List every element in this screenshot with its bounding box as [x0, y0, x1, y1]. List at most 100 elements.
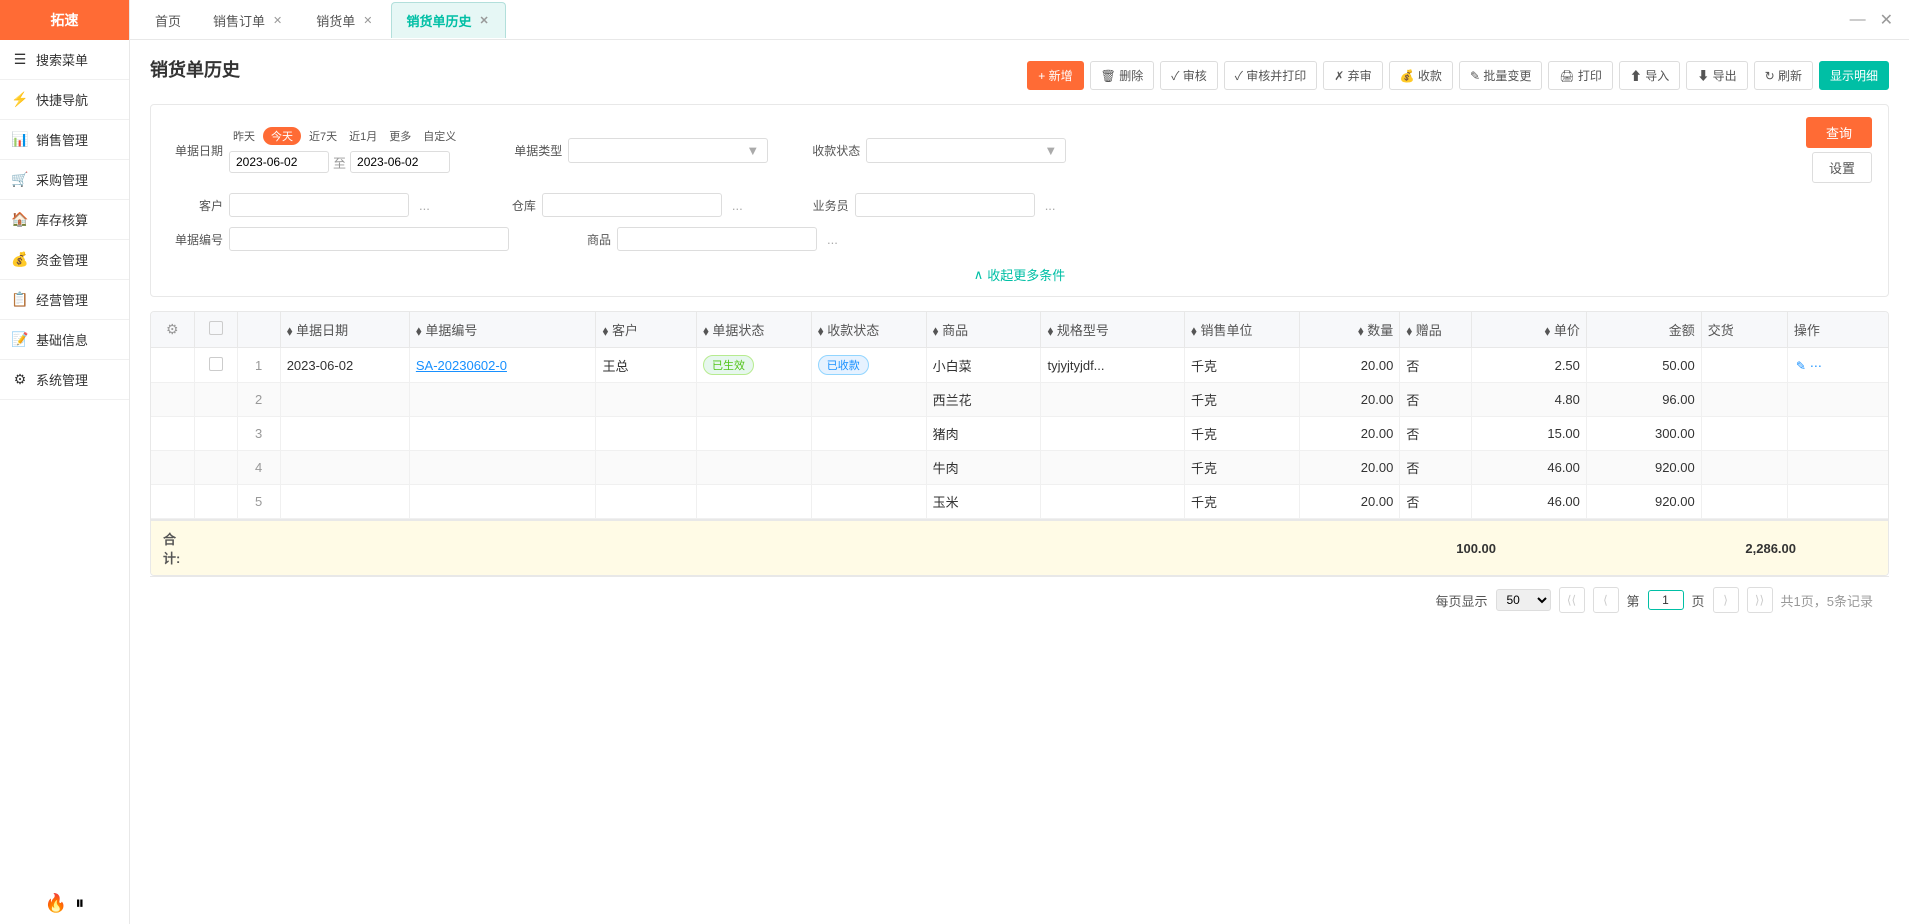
first-page-btn[interactable]: ⟨⟨ — [1559, 587, 1585, 613]
goods-filter-label: 商品 — [555, 231, 611, 248]
doc-type-select[interactable]: ▼ — [568, 138, 768, 163]
tab-sales-history-close[interactable]: ✕ — [478, 12, 491, 29]
date-to-input[interactable] — [350, 151, 450, 173]
row-doc-date — [280, 383, 409, 417]
delete-button[interactable]: 🗑 删除 — [1090, 61, 1155, 90]
sidebar-item-quick-nav[interactable]: ⚡ 快捷导航 — [0, 80, 129, 120]
warehouse-dots[interactable]: ... — [728, 194, 747, 217]
col-doc-date[interactable]: ⬧ 单据日期 — [280, 312, 409, 348]
collect-button[interactable]: 💰 收款 — [1389, 61, 1453, 90]
sidebar-item-sales-mgmt[interactable]: 📊 销售管理 — [0, 120, 129, 160]
current-page-input[interactable] — [1648, 590, 1684, 610]
last-page-btn[interactable]: ⟩⟩ — [1747, 587, 1773, 613]
fire-icon[interactable]: 🔥 — [45, 893, 67, 914]
pause-icon[interactable]: ⏸ — [75, 893, 84, 914]
collapse-button[interactable]: ∧ 收起更多条件 — [974, 265, 1066, 284]
agent-input[interactable] — [855, 193, 1035, 217]
refresh-button[interactable]: ↻ 刷新 — [1754, 61, 1813, 90]
date-tab-yesterday[interactable]: 昨天 — [229, 127, 259, 145]
col-unit[interactable]: ⬧ 销售单位 — [1185, 312, 1300, 348]
sidebar-item-purchase-mgmt[interactable]: 🛒 采购管理 — [0, 160, 129, 200]
approve-button[interactable]: ✓ 审核 — [1160, 61, 1218, 90]
row-customer — [596, 451, 696, 485]
new-button[interactable]: + 新增 — [1027, 61, 1083, 90]
prev-page-btn[interactable]: ⟨ — [1593, 587, 1619, 613]
row-doc-status — [696, 451, 811, 485]
date-tab-1month[interactable]: 近1月 — [345, 127, 381, 145]
doc-no-link[interactable]: SA-20230602-0 — [416, 358, 507, 373]
finance-icon: 💰 — [12, 252, 28, 268]
next-page-btn[interactable]: ⟩ — [1713, 587, 1739, 613]
date-tab-7days[interactable]: 近7天 — [305, 127, 341, 145]
sidebar-item-sys-mgmt[interactable]: ⚙ 系统管理 — [0, 360, 129, 400]
row-payment-status — [811, 451, 926, 485]
sidebar-item-inventory[interactable]: 🏠 库存核算 — [0, 200, 129, 240]
goods-input[interactable] — [617, 227, 817, 251]
tab-sales-goods[interactable]: 销货单 ✕ — [301, 2, 389, 38]
date-tab-custom[interactable]: 自定义 — [419, 127, 460, 145]
row-checkbox[interactable] — [209, 357, 223, 371]
agent-dots[interactable]: ... — [1041, 194, 1060, 217]
payment-status-label: 收款状态 — [804, 142, 860, 159]
tab-sales-goods-close[interactable]: ✕ — [361, 12, 374, 29]
col-price[interactable]: ⬧ 单价 — [1472, 312, 1587, 348]
tab-home[interactable]: 首页 — [140, 2, 196, 38]
sidebar-item-basic-info[interactable]: 📝 基础信息 — [0, 320, 129, 360]
col-spec[interactable]: ⬧ 规格型号 — [1041, 312, 1185, 348]
date-tab-today[interactable]: 今天 — [263, 127, 301, 145]
goods-dots[interactable]: ... — [823, 228, 842, 251]
row-doc-status — [696, 383, 811, 417]
row-transaction — [1701, 417, 1787, 451]
table-settings-icon[interactable]: ⚙ — [166, 321, 179, 337]
sidebar-item-ops-mgmt[interactable]: 📋 经营管理 — [0, 280, 129, 320]
batch-change-button[interactable]: ✎ 批量变更 — [1459, 61, 1542, 90]
date-from-input[interactable] — [229, 151, 329, 173]
date-tabs: 昨天 今天 近7天 近1月 更多 自定义 — [229, 127, 460, 145]
row-goods: 牛肉 — [926, 451, 1041, 485]
row-customer — [596, 485, 696, 519]
footer-qty-total: 100.00 — [1416, 541, 1496, 556]
row-price: 46.00 — [1472, 485, 1587, 519]
payment-status-select[interactable]: ▼ — [866, 138, 1066, 163]
set-button[interactable]: 设置 — [1812, 152, 1872, 183]
date-tab-more[interactable]: 更多 — [385, 127, 415, 145]
col-doc-no[interactable]: ⬧ 单据编号 — [409, 312, 596, 348]
col-customer[interactable]: ⬧ 客户 — [596, 312, 696, 348]
window-close-btn[interactable]: ✕ — [1874, 10, 1899, 30]
customer-dots[interactable]: ... — [415, 194, 434, 217]
window-min-btn[interactable]: — — [1844, 11, 1872, 29]
filter-row-3: 单据编号 商品 ... — [167, 227, 1872, 251]
print-button[interactable]: 🖨 打印 — [1548, 61, 1613, 90]
tab-sales-history[interactable]: 销货单历史 ✕ — [391, 2, 505, 38]
row-transaction — [1701, 348, 1787, 383]
sidebar-item-search-menu[interactable]: ☰ 搜索菜单 — [0, 40, 129, 80]
row-gift: 否 — [1400, 417, 1472, 451]
show-detail-button[interactable]: 显示明细 — [1819, 61, 1889, 90]
row-unit: 千克 — [1185, 485, 1300, 519]
col-gift[interactable]: ⬧ 赠品 — [1400, 312, 1472, 348]
col-doc-status[interactable]: ⬧ 单据状态 — [696, 312, 811, 348]
customer-input[interactable] — [229, 193, 409, 217]
approve-print-button[interactable]: ✓ 审核并打印 — [1224, 61, 1318, 90]
footer-totals: 100.00 2,286.00 — [212, 541, 1876, 556]
tab-sales-order[interactable]: 销售订单 ✕ — [198, 2, 299, 38]
payment-status-badge: 已收款 — [818, 355, 869, 375]
edit-action-btn[interactable]: ✎ — [1796, 359, 1806, 373]
doc-no-input[interactable] — [229, 227, 509, 251]
tab-sales-order-close[interactable]: ✕ — [271, 12, 284, 29]
query-button[interactable]: 查询 — [1806, 117, 1872, 148]
export-button[interactable]: ⬇ 导出 — [1686, 61, 1747, 90]
sidebar-item-finance-mgmt[interactable]: 💰 资金管理 — [0, 240, 129, 280]
doc-status-badge: 已生效 — [703, 355, 754, 375]
more-action-btn[interactable]: ⋯ — [1810, 359, 1822, 373]
row-check — [194, 348, 237, 383]
col-goods[interactable]: ⬧ 商品 — [926, 312, 1041, 348]
select-all-checkbox[interactable] — [209, 321, 223, 335]
import-button[interactable]: ⬆ 导入 — [1619, 61, 1680, 90]
abandon-button[interactable]: ✗ 弃审 — [1323, 61, 1382, 90]
per-page-select[interactable]: 50 100 200 — [1496, 589, 1551, 611]
col-qty[interactable]: ⬧ 数量 — [1299, 312, 1399, 348]
warehouse-input[interactable] — [542, 193, 722, 217]
row-number: 2 — [237, 383, 280, 417]
col-payment-status[interactable]: ⬧ 收款状态 — [811, 312, 926, 348]
